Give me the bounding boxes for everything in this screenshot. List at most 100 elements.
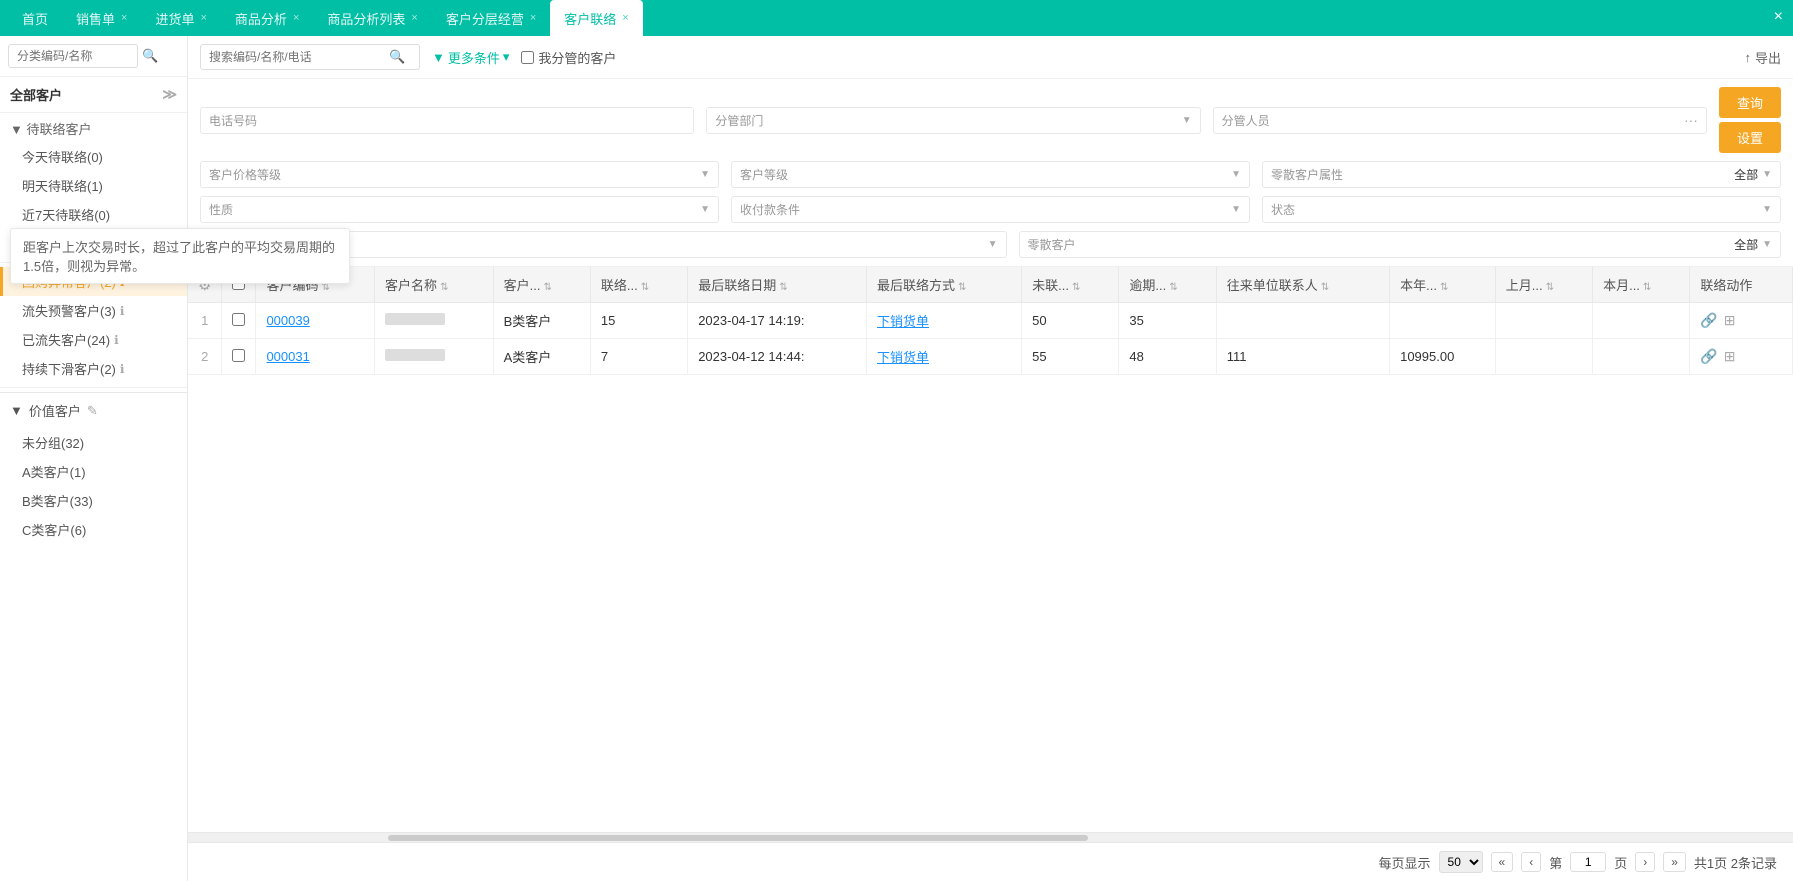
pending-contact-section[interactable]: ▼ 待联络客户: [0, 113, 187, 142]
sidebar-item-7days[interactable]: 近7天待联络(0): [0, 200, 187, 229]
row1-last-contact-method[interactable]: 下销货单: [867, 303, 1022, 339]
th-last-contact-date[interactable]: 最后联络日期⇅: [688, 267, 867, 303]
sidebar-item-c-class[interactable]: C类客户(6): [0, 515, 187, 544]
last-page-button[interactable]: »: [1663, 852, 1686, 872]
sidebar-search-area: 🔍: [0, 36, 187, 77]
page-size-select[interactable]: 50: [1439, 851, 1483, 873]
more-conditions-button[interactable]: ▼ 更多条件 ▾: [432, 48, 509, 67]
th-last-month[interactable]: 上月...⇅: [1495, 267, 1592, 303]
price-level-label: 客户价格等级: [209, 166, 700, 183]
th-contacts[interactable]: 往来单位联系人⇅: [1216, 267, 1389, 303]
sidebar-item-declining[interactable]: 持续下滑客户(2) ℹ: [0, 354, 187, 383]
payment-filter[interactable]: 收付款条件 ▼: [731, 196, 1250, 223]
close-product-analysis-tab-icon[interactable]: ×: [293, 12, 299, 24]
tmonth-sort-icon[interactable]: ⇅: [1643, 282, 1651, 293]
customer-type-filter[interactable]: 客户类型 ▼: [244, 231, 1007, 258]
th-this-year[interactable]: 本年...⇅: [1390, 267, 1496, 303]
person-filter-dots[interactable]: ···: [1680, 112, 1698, 128]
price-level-filter[interactable]: 客户价格等级 ▼: [200, 161, 719, 188]
sidebar-item-ungrouped[interactable]: 未分组(32): [0, 428, 187, 457]
query-button[interactable]: 查询: [1719, 87, 1781, 118]
window-close-button[interactable]: ×: [1774, 8, 1783, 26]
method-sort-icon[interactable]: ⇅: [958, 282, 966, 293]
next-page-button[interactable]: ›: [1635, 852, 1655, 872]
th-last-contact-method[interactable]: 最后联络方式⇅: [867, 267, 1022, 303]
date-sort-icon[interactable]: ⇅: [779, 282, 787, 293]
main-search-input[interactable]: [209, 50, 389, 64]
retail-customer-filter[interactable]: 零散客户 全部 ▼: [1019, 231, 1782, 258]
main-search-icon[interactable]: 🔍: [389, 49, 405, 65]
sidebar-item-b-class[interactable]: B类客户(33): [0, 486, 187, 515]
year-sort-icon[interactable]: ⇅: [1440, 282, 1448, 293]
horizontal-scrollbar[interactable]: [188, 832, 1793, 842]
tab-purchase[interactable]: 进货单 ×: [141, 0, 220, 36]
lost-warning-info-icon: ℹ: [120, 304, 125, 318]
overdue-sort-icon[interactable]: ⇅: [1169, 282, 1177, 293]
dept-filter[interactable]: 分管部门 ▼: [706, 107, 1200, 134]
row1-checkbox-cell[interactable]: [222, 303, 256, 339]
sidebar-search-icon[interactable]: 🔍: [142, 48, 158, 64]
tab-product-analysis[interactable]: 商品分析 ×: [221, 0, 313, 36]
th-this-month[interactable]: 本月...⇅: [1593, 267, 1690, 303]
unreachable-sort-icon[interactable]: ⇅: [1072, 282, 1080, 293]
sidebar-search-input[interactable]: [8, 44, 138, 68]
name-sort-icon[interactable]: ⇅: [440, 282, 448, 293]
retail-attr-filter[interactable]: 零散客户属性 全部 ▼: [1262, 161, 1781, 188]
th-name[interactable]: 客户名称⇅: [375, 267, 494, 303]
nature-filter[interactable]: 性质 ▼: [200, 196, 719, 223]
row2-unreachable: 55: [1022, 339, 1119, 375]
page-number-input[interactable]: [1570, 852, 1606, 872]
export-button[interactable]: ↑ 导出: [1744, 48, 1781, 67]
contact-sort-icon[interactable]: ⇅: [641, 282, 649, 293]
row2-last-contact-method[interactable]: 下销货单: [867, 339, 1022, 375]
th-unreachable[interactable]: 未联...⇅: [1022, 267, 1119, 303]
status-filter[interactable]: 状态 ▼: [1262, 196, 1781, 223]
close-contact-tab-icon[interactable]: ×: [622, 12, 628, 24]
page-label: 第: [1549, 853, 1562, 872]
type-sort-icon[interactable]: ⇅: [543, 282, 551, 293]
sidebar-item-tomorrow[interactable]: 明天待联络(1): [0, 171, 187, 200]
main-search-box[interactable]: 🔍: [200, 44, 420, 70]
sidebar-item-lost-warning[interactable]: 流失预警客户(3) ℹ: [0, 296, 187, 325]
row2-link-icon[interactable]: 🔗: [1700, 348, 1717, 365]
value-customer-edit-icon[interactable]: ✎: [87, 403, 98, 419]
customer-level-filter[interactable]: 客户等级 ▼: [731, 161, 1250, 188]
first-page-button[interactable]: «: [1491, 852, 1514, 872]
close-product-list-tab-icon[interactable]: ×: [411, 12, 417, 24]
person-filter-label: 分管人员: [1222, 112, 1680, 129]
row2-checkbox[interactable]: [232, 349, 245, 362]
tab-customer-contact[interactable]: 客户联络 ×: [550, 0, 642, 36]
row2-checkbox-cell[interactable]: [222, 339, 256, 375]
row2-code[interactable]: 000031: [256, 339, 375, 375]
row1-grid-icon[interactable]: ⊞: [1724, 312, 1736, 329]
row1-code[interactable]: 000039: [256, 303, 375, 339]
my-customers-checkbox[interactable]: [521, 51, 534, 64]
row1-link-icon[interactable]: 🔗: [1700, 312, 1717, 329]
close-sales-tab-icon[interactable]: ×: [121, 12, 127, 24]
sidebar-item-a-class[interactable]: A类客户(1): [0, 457, 187, 486]
row1-overdue: 35: [1119, 303, 1216, 339]
lmonth-sort-icon[interactable]: ⇅: [1546, 282, 1554, 293]
tab-sales[interactable]: 销售单 ×: [62, 0, 141, 36]
tab-customer-stratify[interactable]: 客户分层经营 ×: [432, 0, 550, 36]
row1-this-month: [1593, 303, 1690, 339]
contacts-sort-icon[interactable]: ⇅: [1321, 282, 1329, 293]
close-stratify-tab-icon[interactable]: ×: [530, 12, 536, 24]
th-contact-count[interactable]: 联络...⇅: [590, 267, 687, 303]
phone-filter[interactable]: 电话号码: [200, 107, 694, 134]
th-customer-type[interactable]: 客户...⇅: [493, 267, 590, 303]
sidebar-item-already-lost[interactable]: 已流失客户(24) ℹ: [0, 325, 187, 354]
settings-button[interactable]: 设置: [1719, 122, 1781, 153]
tab-home[interactable]: 首页: [8, 0, 62, 36]
th-overdue[interactable]: 逾期...⇅: [1119, 267, 1216, 303]
row2-grid-icon[interactable]: ⊞: [1724, 348, 1736, 365]
my-customers-checkbox-label[interactable]: 我分管的客户: [521, 48, 616, 67]
tab-product-analysis-list[interactable]: 商品分析列表 ×: [313, 0, 431, 36]
dept-filter-arrow: ▼: [1182, 115, 1192, 126]
sidebar-item-today[interactable]: 今天待联络(0): [0, 142, 187, 171]
prev-page-button[interactable]: ‹: [1521, 852, 1541, 872]
person-filter[interactable]: 分管人员 ···: [1213, 107, 1707, 134]
row1-checkbox[interactable]: [232, 313, 245, 326]
close-purchase-tab-icon[interactable]: ×: [200, 12, 206, 24]
sidebar-toggle-icon[interactable]: ≫: [162, 86, 177, 103]
